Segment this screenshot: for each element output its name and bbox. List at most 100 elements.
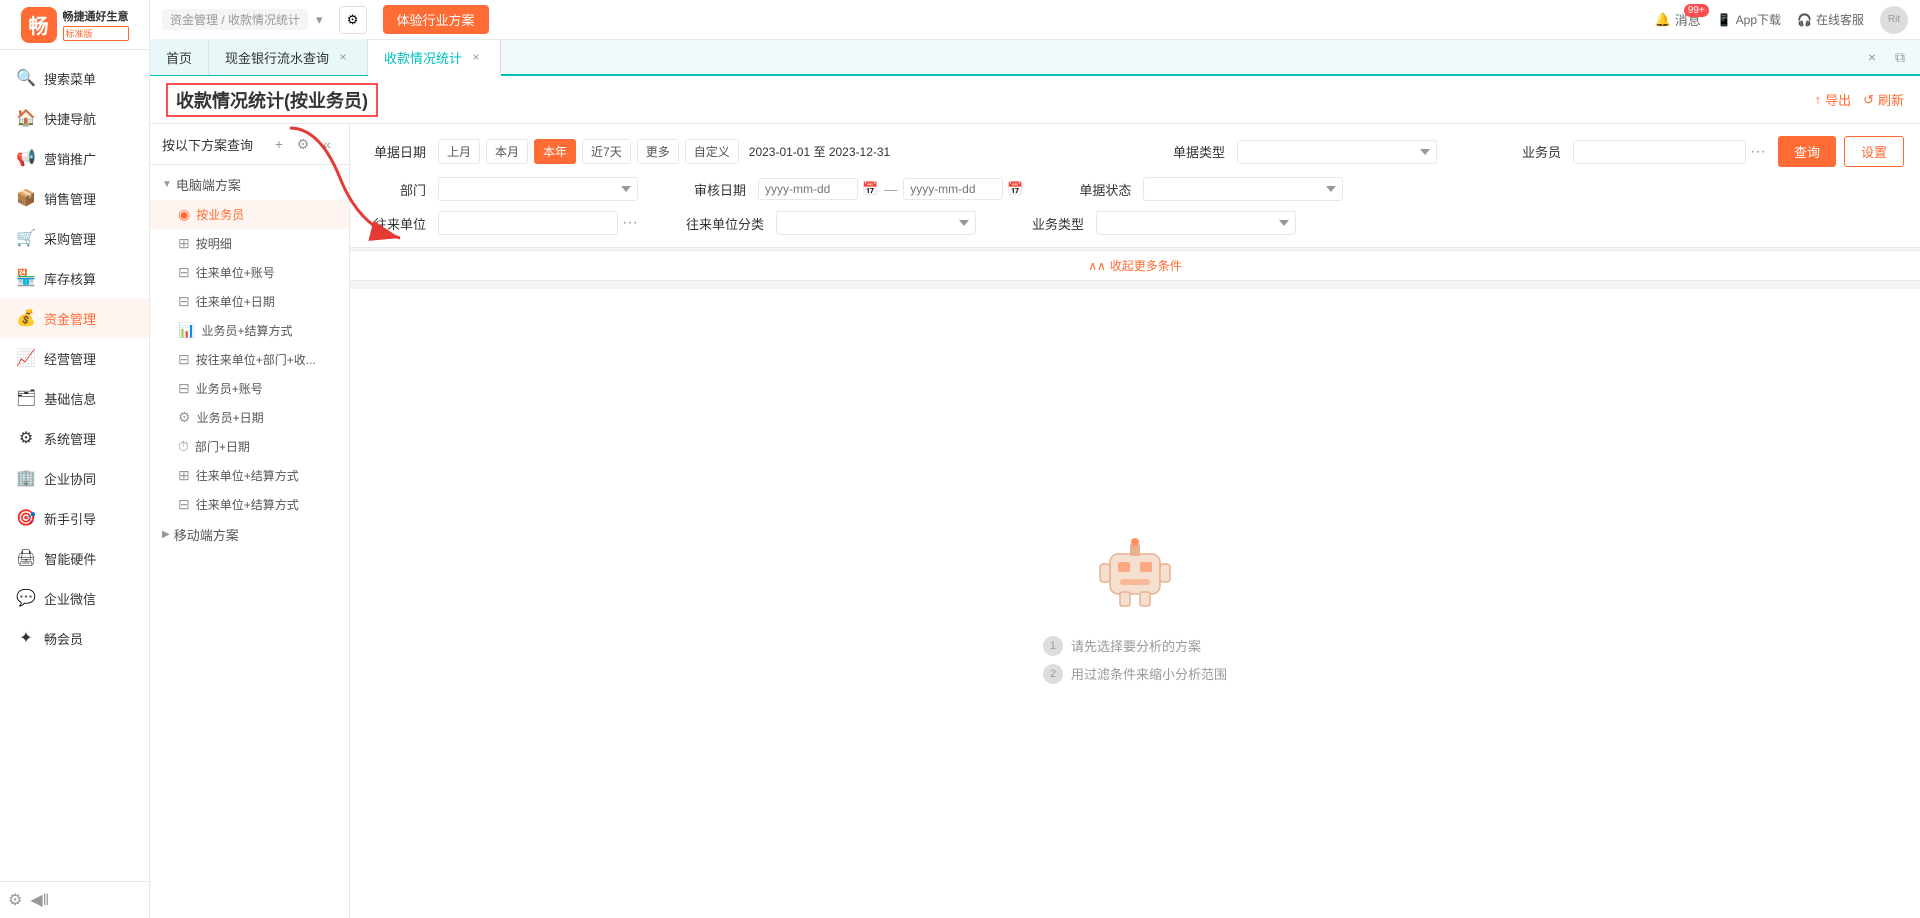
page-header: 收款情况统计(按业务员) ↑ 导出 ↺ 刷新: [150, 76, 1920, 124]
sidebar-item-marketing[interactable]: 📢 营销推广: [0, 138, 149, 178]
main-content: 收款情况统计(按业务员) ↑ 导出 ↺ 刷新 按以下方案查询 + ⚙ «: [150, 76, 1920, 918]
dept-select[interactable]: [438, 177, 638, 201]
scheme-item-salesman-settlement[interactable]: 📊 业务员+结算方式: [150, 316, 349, 345]
filter-area: 单据日期 上月 本月 本年 近7天 更多 自定义 2023-01-01 至 20…: [350, 124, 1920, 248]
left-panel: 按以下方案查询 + ⚙ « ▼ 电脑端方案 ◉ 按业务员 ⊞: [150, 124, 350, 918]
sidebar-item-quicknav[interactable]: 🏠 快捷导航: [0, 98, 149, 138]
tab-bank-flow-close[interactable]: ×: [335, 49, 351, 65]
settings-button[interactable]: 设置: [1844, 136, 1904, 167]
scheme-item-salesman-date[interactable]: ⚙ 业务员+日期: [150, 403, 349, 432]
scheme-item-by-salesman[interactable]: ◉ 按业务员: [150, 200, 349, 229]
user-avatar[interactable]: Rit: [1880, 6, 1908, 34]
tab-restore-button[interactable]: ⧉: [1888, 45, 1912, 69]
scheme-item-counterparty-date[interactable]: ⊟ 往来单位+日期: [150, 287, 349, 316]
scheme-item-counterparty-account[interactable]: ⊟ 往来单位+账号: [150, 258, 349, 287]
scheme-group-pc[interactable]: ▼ 电脑端方案: [150, 169, 349, 200]
sidebar-item-operations[interactable]: 📈 经营管理: [0, 338, 149, 378]
collapse-panel-icon[interactable]: «: [317, 134, 337, 154]
date-btn-more[interactable]: 更多: [637, 139, 679, 164]
add-scheme-icon[interactable]: +: [269, 134, 289, 154]
sidebar-item-enterprise[interactable]: 🏢 企业协同: [0, 458, 149, 498]
tab-collection-stats-close[interactable]: ×: [468, 49, 484, 65]
sidebar-item-basic-label: 基础信息: [44, 389, 96, 408]
review-date-label: 审核日期: [686, 180, 746, 199]
salesman-input[interactable]: [1573, 140, 1746, 164]
sidebar-item-sales[interactable]: 📦 销售管理: [0, 178, 149, 218]
date-btn-custom[interactable]: 自定义: [685, 139, 739, 164]
counterparty-date-icon: ⊟: [178, 293, 190, 310]
cp-category-label: 往来单位分类: [686, 214, 764, 233]
settings-icon-btn[interactable]: ⚙: [339, 6, 367, 34]
scheme-header-icons: + ⚙ «: [269, 134, 337, 154]
date-btn-this-year[interactable]: 本年: [534, 139, 576, 164]
right-panel: 单据日期 上月 本月 本年 近7天 更多 自定义 2023-01-01 至 20…: [350, 124, 1920, 918]
sidebar-item-basic[interactable]: 🗂 基础信息: [0, 378, 149, 418]
app-download-button[interactable]: 📱 App下载: [1717, 11, 1781, 28]
query-button[interactable]: 查询: [1778, 136, 1836, 167]
counterparty-more-icon[interactable]: ···: [622, 214, 638, 232]
sales-icon: 📦: [16, 188, 36, 208]
sidebar-item-vip[interactable]: ✦ 畅会员: [0, 618, 149, 658]
collapse-bar[interactable]: ∧∧ 收起更多条件: [350, 250, 1920, 281]
review-date-from-calendar-icon[interactable]: 📅: [862, 181, 878, 197]
date-options-group: 上月 本月 本年 近7天 更多 自定义 2023-01-01 至 2023-12…: [438, 139, 890, 164]
tab-home[interactable]: 首页: [150, 39, 209, 75]
scheme-header: 按以下方案查询 + ⚙ «: [150, 124, 349, 165]
sidebar-item-purchase[interactable]: 🛒 采购管理: [0, 218, 149, 258]
date-btn-this-month[interactable]: 本月: [486, 139, 528, 164]
home-icon: 🏠: [16, 108, 36, 128]
review-date-to-input[interactable]: [903, 178, 1003, 200]
sidebar-item-inventory[interactable]: 🏪 库存核算: [0, 258, 149, 298]
system-icon: ⚙: [16, 428, 36, 448]
cp-category-select[interactable]: [776, 211, 976, 235]
counterparty-account-icon: ⊟: [178, 264, 190, 281]
sidebar-item-hardware[interactable]: 🖨 智能硬件: [0, 538, 149, 578]
scheme-item-dept-date[interactable]: ⏱ 部门+日期: [150, 432, 349, 461]
refresh-button[interactable]: ↺ 刷新: [1863, 90, 1904, 109]
export-label: 导出: [1825, 90, 1851, 109]
export-button[interactable]: ↑ 导出: [1815, 90, 1852, 109]
sidebar-item-wechat-label: 企业微信: [44, 589, 96, 608]
scheme-item-cp-settlement2[interactable]: ⊟ 往来单位+结算方式: [150, 490, 349, 519]
scheme-item-salesman-account[interactable]: ⊟ 业务员+账号: [150, 374, 349, 403]
sidebar-item-wechat[interactable]: 💬 企业微信: [0, 578, 149, 618]
salesman-more-icon[interactable]: ···: [1750, 143, 1766, 161]
tab-bank-flow[interactable]: 现金银行流水查询 ×: [209, 39, 368, 75]
sidebar-item-guide[interactable]: 🎯 新手引导: [0, 498, 149, 538]
scheme-item-cp-settlement1[interactable]: ⊞ 往来单位+结算方式: [150, 461, 349, 490]
wechat-icon: 💬: [16, 588, 36, 608]
scheme-group-mobile-label: 移动端方案: [174, 525, 239, 544]
salesman-label: 业务员: [1501, 142, 1561, 161]
sidebar-item-search[interactable]: 🔍 搜索菜单: [0, 58, 149, 98]
scheme-settings-icon[interactable]: ⚙: [293, 134, 313, 154]
online-service-button[interactable]: 🎧 在线客服: [1797, 11, 1864, 28]
tab-close-all-button[interactable]: ×: [1860, 45, 1884, 69]
notification-button[interactable]: 🔔 消息 99+: [1655, 10, 1701, 29]
review-date-to-calendar-icon[interactable]: 📅: [1007, 181, 1023, 197]
tab-collection-stats[interactable]: 收款情况统计 ×: [368, 40, 501, 76]
filter-actions: 查询 设置: [1778, 136, 1904, 167]
scheme-item-by-detail[interactable]: ⊞ 按明细: [150, 229, 349, 258]
sidebar-item-system[interactable]: ⚙ 系统管理: [0, 418, 149, 458]
bill-type-select[interactable]: [1237, 140, 1437, 164]
review-date-from-input[interactable]: [758, 178, 858, 200]
sidebar-item-finance[interactable]: 💰 资金管理: [0, 298, 149, 338]
settings-icon-bottom[interactable]: ⚙: [8, 890, 22, 910]
date-btn-7days[interactable]: 近7天: [582, 139, 631, 164]
hardware-icon: 🖨: [16, 548, 36, 568]
sidebar-item-inventory-label: 库存核算: [44, 269, 96, 288]
page-title: 收款情况统计(按业务员): [166, 83, 378, 117]
collapse-sidebar-icon[interactable]: ◀‖: [30, 890, 49, 910]
counterparty-dept-icon: ⊟: [178, 351, 190, 368]
bill-type-label: 单据类型: [1165, 142, 1225, 161]
bill-status-select[interactable]: [1143, 177, 1343, 201]
date-btn-last-month[interactable]: 上月: [438, 139, 480, 164]
biz-type-select[interactable]: [1096, 211, 1296, 235]
breadcrumb-dropdown-icon[interactable]: ▾: [316, 12, 323, 28]
sidebar-item-system-label: 系统管理: [44, 429, 96, 448]
empty-tips: 1 请先选择要分析的方案 2 用过滤条件来缩小分析范围: [1043, 636, 1227, 684]
trial-button[interactable]: 体验行业方案: [383, 5, 489, 34]
scheme-item-counterparty-dept[interactable]: ⊟ 按往来单位+部门+收...: [150, 345, 349, 374]
counterparty-input[interactable]: [438, 211, 618, 235]
scheme-group-mobile[interactable]: ▶ 移动端方案: [150, 519, 349, 550]
